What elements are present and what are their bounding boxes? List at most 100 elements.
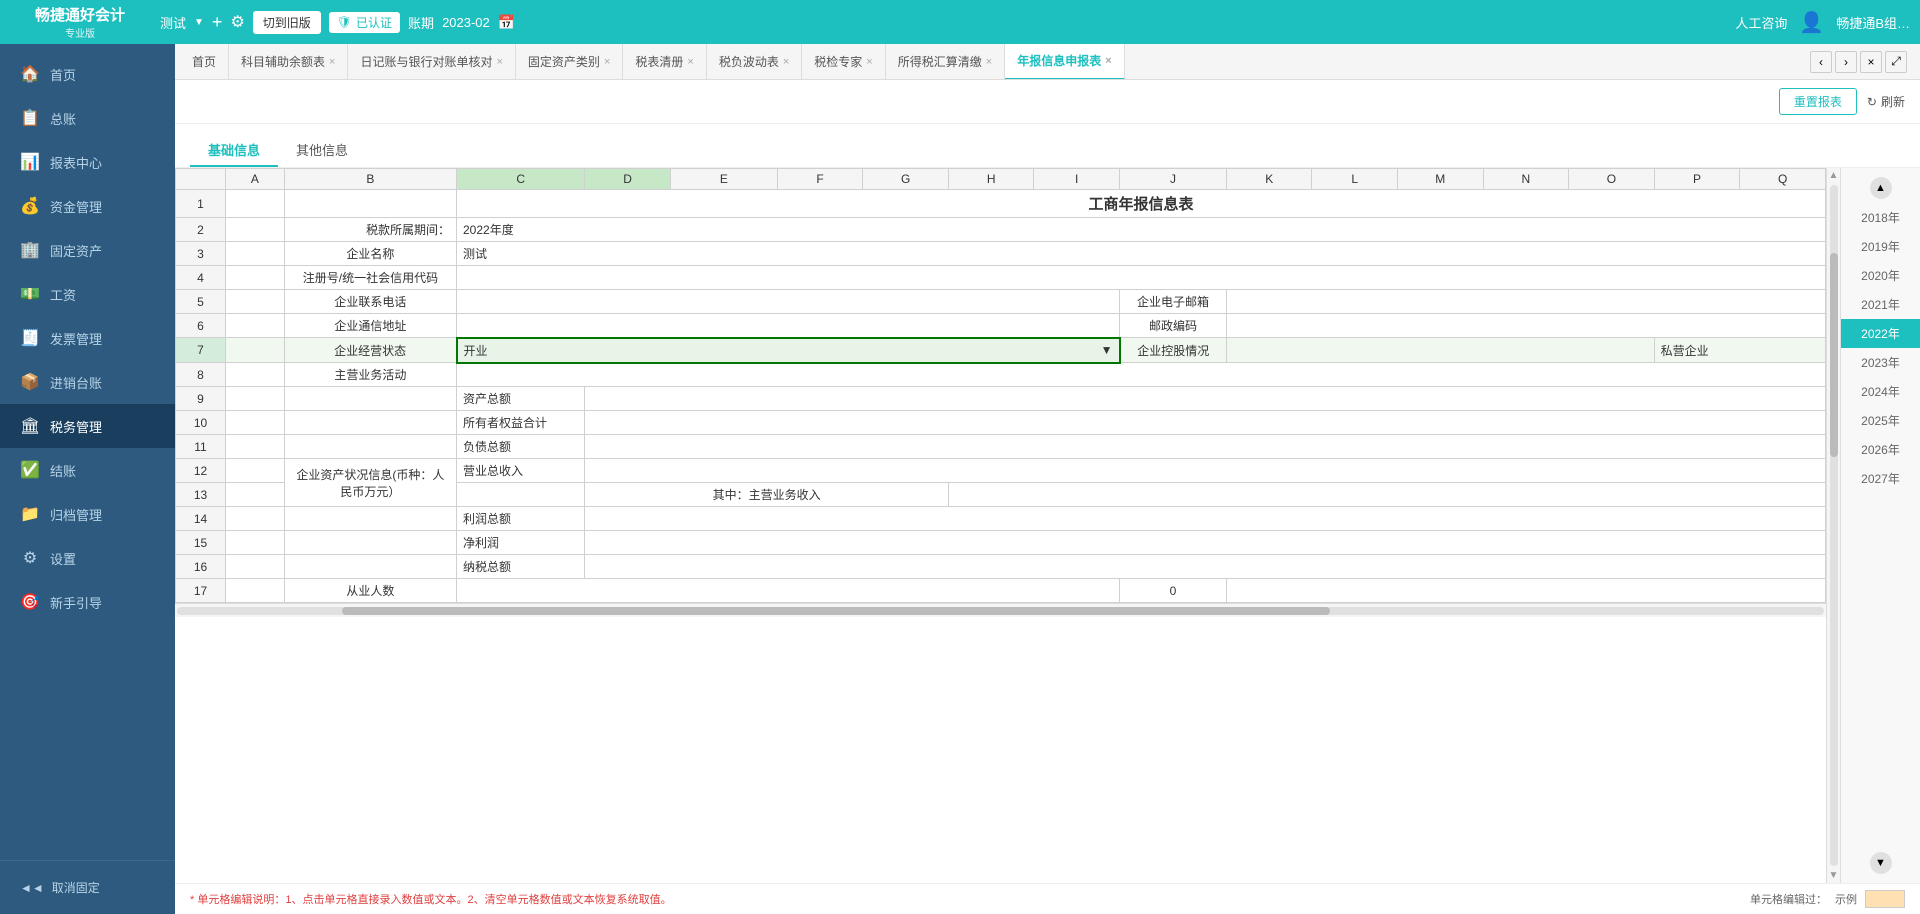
year-scroll-up[interactable]: ▲ xyxy=(1870,177,1892,199)
tab-fixed-assets-close[interactable]: × xyxy=(604,56,610,68)
sidebar-item-ledger[interactable]: 📋 总账 xyxy=(0,96,175,140)
tab-subject-close[interactable]: × xyxy=(329,56,335,68)
col-header-i[interactable]: I xyxy=(1034,169,1120,190)
sidebar-item-assets[interactable]: 🏢 固定资产 xyxy=(0,228,175,272)
tab-next-button[interactable]: › xyxy=(1835,51,1857,73)
cell-16c[interactable]: 纳税总额 xyxy=(457,555,585,579)
cell-6b[interactable]: 企业通信地址 xyxy=(284,314,456,338)
status-dropdown[interactable]: 开业 ▼ xyxy=(464,342,1113,359)
tab-tax-table[interactable]: 税表清册 × xyxy=(623,44,706,80)
cell-4c[interactable] xyxy=(457,266,1826,290)
cell-8c[interactable] xyxy=(457,363,1826,387)
sidebar-item-funds[interactable]: 💰 资金管理 xyxy=(0,184,175,228)
year-2023[interactable]: 2023年 xyxy=(1841,348,1920,377)
cell-8b[interactable]: 主营业务活动 xyxy=(284,363,456,387)
switch-version-button[interactable]: 切到旧版 xyxy=(253,11,321,34)
cell-16d[interactable] xyxy=(585,555,1826,579)
year-2022[interactable]: 2022年 xyxy=(1841,319,1920,348)
cell-2c[interactable]: 2022年度 xyxy=(457,218,1826,242)
sheet-main[interactable]: A B C D E F G H I J K L xyxy=(175,168,1826,883)
cell-10a[interactable] xyxy=(226,411,285,435)
tab-journal[interactable]: 日记账与银行对账单核对 × xyxy=(348,44,515,80)
year-2021[interactable]: 2021年 xyxy=(1841,290,1920,319)
year-2026[interactable]: 2026年 xyxy=(1841,435,1920,464)
cell-2b[interactable]: 税款所属期间： xyxy=(284,218,456,242)
cell-11d[interactable] xyxy=(585,435,1826,459)
cell-10d[interactable] xyxy=(585,411,1826,435)
tab-home[interactable]: 首页 xyxy=(180,44,229,80)
cell-13e[interactable]: 其中：主营业务收入 xyxy=(585,483,949,507)
cell-6c[interactable] xyxy=(457,314,1120,338)
cell-15b[interactable] xyxy=(284,531,456,555)
col-header-d[interactable]: D xyxy=(585,169,671,190)
cell-11b[interactable] xyxy=(284,435,456,459)
cell-5b[interactable]: 企业联系电话 xyxy=(284,290,456,314)
sidebar-item-invoice[interactable]: 🧾 发票管理 xyxy=(0,316,175,360)
cell-13c[interactable] xyxy=(457,483,585,507)
cell-17b[interactable]: 从业人数 xyxy=(284,579,456,603)
cell-7k[interactable] xyxy=(1226,338,1654,363)
cell-16a[interactable] xyxy=(226,555,285,579)
cell-15c[interactable]: 净利润 xyxy=(457,531,585,555)
cell-7p[interactable]: 私营企业 xyxy=(1654,338,1825,363)
col-header-h[interactable]: H xyxy=(948,169,1034,190)
sidebar-item-guide[interactable]: 🎯 新手引导 xyxy=(0,580,175,624)
cell-5j[interactable]: 企业电子邮箱 xyxy=(1120,290,1227,314)
cell-17c[interactable] xyxy=(457,579,1120,603)
cell-5a[interactable] xyxy=(226,290,285,314)
sidebar-item-reports[interactable]: 📊 报表中心 xyxy=(0,140,175,184)
tab-income-tax[interactable]: 所得税汇算清缴 × xyxy=(886,44,1005,80)
col-header-f[interactable]: F xyxy=(777,169,863,190)
cell-7b[interactable]: 企业经营状态 xyxy=(284,338,456,363)
cell-15d[interactable] xyxy=(585,531,1826,555)
unpin-button[interactable]: ◄◄ 取消固定 xyxy=(0,871,175,904)
company-dropdown-icon[interactable]: ▼ xyxy=(194,17,204,28)
cell-4b[interactable]: 注册号/统一社会信用代码 xyxy=(284,266,456,290)
tab-fixed-assets[interactable]: 固定资产类别 × xyxy=(516,44,623,80)
cell-14d[interactable] xyxy=(585,507,1826,531)
cell-13i[interactable] xyxy=(948,483,1825,507)
col-header-a[interactable]: A xyxy=(226,169,285,190)
tab-tax-change-close[interactable]: × xyxy=(783,56,789,68)
cell-14a[interactable] xyxy=(226,507,285,531)
cell-12c[interactable]: 营业总收入 xyxy=(457,459,585,483)
sidebar-item-tax[interactable]: 🏛 税务管理 xyxy=(0,404,175,448)
col-header-j[interactable]: J xyxy=(1120,169,1227,190)
cell-5c[interactable] xyxy=(457,290,1120,314)
cell-1c-title[interactable]: 工商年报信息表 xyxy=(457,190,1826,218)
cell-9d[interactable] xyxy=(585,387,1826,411)
col-header-l[interactable]: L xyxy=(1312,169,1398,190)
settings-icon[interactable]: ⚙ xyxy=(230,12,244,32)
cell-10c[interactable]: 所有者权益合计 xyxy=(457,411,585,435)
year-scroll-down[interactable]: ▼ xyxy=(1870,852,1892,874)
col-header-p[interactable]: P xyxy=(1654,169,1740,190)
tab-prev-button[interactable]: ‹ xyxy=(1810,51,1832,73)
tab-tax-check-close[interactable]: × xyxy=(866,56,872,68)
vertical-scrollbar[interactable]: ▲ ▼ xyxy=(1826,168,1840,883)
cell-1b[interactable] xyxy=(284,190,456,218)
year-2018[interactable]: 2018年 xyxy=(1841,203,1920,232)
reset-report-button[interactable]: 重置报表 xyxy=(1779,88,1857,115)
scroll-down-icon[interactable]: ▼ xyxy=(1829,870,1839,881)
tab-journal-close[interactable]: × xyxy=(496,56,502,68)
col-header-b[interactable]: B xyxy=(284,169,456,190)
tab-annual-report-close[interactable]: × xyxy=(1105,55,1111,67)
tab-tax-change[interactable]: 税负波动表 × xyxy=(707,44,802,80)
cell-7a[interactable] xyxy=(226,338,285,363)
cell-14b[interactable] xyxy=(284,507,456,531)
cell-6j[interactable]: 邮政编码 xyxy=(1120,314,1227,338)
col-header-m[interactable]: M xyxy=(1398,169,1484,190)
sub-tab-other[interactable]: 其他信息 xyxy=(278,134,366,167)
tab-tax-check[interactable]: 税检专家 × xyxy=(802,44,885,80)
year-2024[interactable]: 2024年 xyxy=(1841,377,1920,406)
col-header-q[interactable]: Q xyxy=(1740,169,1826,190)
sidebar-item-archive[interactable]: 📁 归档管理 xyxy=(0,492,175,536)
tab-tax-table-close[interactable]: × xyxy=(687,56,693,68)
tab-expand-button[interactable]: ⤢ xyxy=(1885,51,1907,73)
cell-5k[interactable] xyxy=(1226,290,1825,314)
cell-3a[interactable] xyxy=(226,242,285,266)
refresh-button[interactable]: ↻ 刷新 xyxy=(1867,93,1905,110)
cell-12b[interactable]: 企业资产状况信息(币种：人民币万元） xyxy=(284,459,456,507)
cell-8a[interactable] xyxy=(226,363,285,387)
col-header-n[interactable]: N xyxy=(1483,169,1569,190)
